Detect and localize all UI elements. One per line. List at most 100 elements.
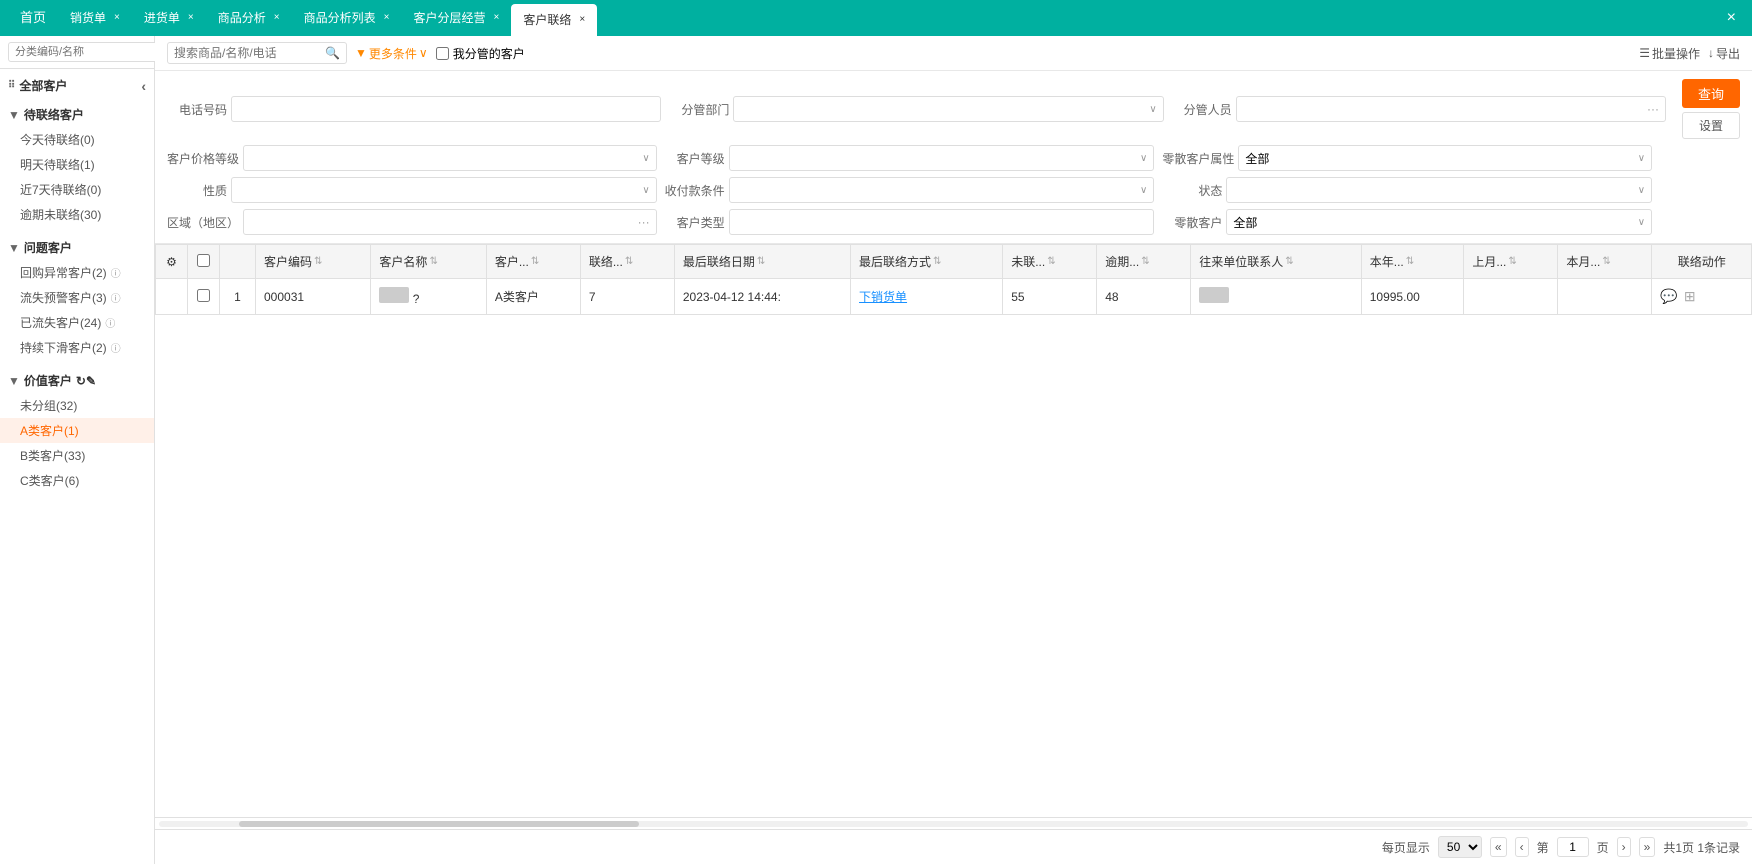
dept-select[interactable]: ∨ bbox=[733, 96, 1163, 122]
edit-icon[interactable]: ✎ bbox=[86, 374, 96, 388]
nav-sales-close[interactable]: × bbox=[114, 0, 120, 36]
sidebar-item-tomorrow-contact[interactable]: 明天待联络(1) bbox=[0, 152, 154, 177]
col-overdue[interactable]: 逾期... ⇅ bbox=[1097, 245, 1191, 279]
retail-attr-label: 零散客户属性 bbox=[1162, 150, 1234, 167]
next-page-button[interactable]: › bbox=[1617, 837, 1631, 857]
chat-action-icon[interactable]: 💬 bbox=[1660, 288, 1677, 305]
nav-sales[interactable]: 销货单 × bbox=[58, 0, 132, 36]
sidebar-item-type-a[interactable]: A类客户(1) bbox=[0, 418, 154, 443]
sort-icon[interactable]: ⇅ bbox=[757, 256, 765, 267]
sidebar-item-week-contact[interactable]: 近7天待联络(0) bbox=[0, 177, 154, 202]
sort-icon[interactable]: ⇅ bbox=[1285, 256, 1293, 267]
col-settings[interactable]: ⚙ bbox=[156, 245, 188, 279]
last-page-button[interactable]: » bbox=[1639, 837, 1656, 857]
nav-goods-analysis-list[interactable]: 商品分析列表 × bbox=[292, 0, 402, 36]
sidebar-item-churn-warning[interactable]: 流失预警客户(3) ⓘ bbox=[0, 285, 154, 310]
page-number-input[interactable] bbox=[1557, 837, 1589, 857]
more-filters-button[interactable]: ▼ 更多条件 ∨ bbox=[355, 45, 428, 62]
sort-icon[interactable]: ⇅ bbox=[1406, 256, 1414, 267]
col-name[interactable]: 客户名称 ⇅ bbox=[371, 245, 486, 279]
pending-contact-title[interactable]: ▼ 待联络客户 bbox=[0, 102, 154, 127]
filter-search-input[interactable] bbox=[174, 46, 325, 60]
export-button[interactable]: ↓ 导出 bbox=[1708, 45, 1740, 62]
row-last-method: 下销货单 bbox=[851, 279, 1003, 315]
status-select[interactable]: ∨ bbox=[1226, 177, 1652, 203]
sidebar-item-type-b[interactable]: B类客户(33) bbox=[0, 443, 154, 468]
page-size-select[interactable]: 50 bbox=[1438, 836, 1482, 858]
nav-customer-layer[interactable]: 客户分层经营 × bbox=[401, 0, 511, 36]
problem-customers-title[interactable]: ▼ 问题客户 bbox=[0, 235, 154, 260]
refresh-icon[interactable]: ↻ bbox=[76, 374, 86, 388]
nav-goods-analysis[interactable]: 商品分析 × bbox=[206, 0, 292, 36]
batch-operation-button[interactable]: ☰ 批量操作 bbox=[1639, 45, 1700, 62]
nav-customer-layer-close[interactable]: × bbox=[493, 0, 499, 36]
col-unit-contact[interactable]: 往来单位联系人 ⇅ bbox=[1191, 245, 1362, 279]
customer-grade-select[interactable]: ∨ bbox=[729, 145, 1155, 171]
price-grade-select[interactable]: ∨ bbox=[243, 145, 657, 171]
customer-type-text[interactable] bbox=[736, 215, 1148, 229]
sidebar-item-today-contact[interactable]: 今天待联络(0) bbox=[0, 127, 154, 152]
sort-icon[interactable]: ⇅ bbox=[1508, 256, 1516, 267]
prev-page-button[interactable]: ‹ bbox=[1515, 837, 1529, 857]
manager-select[interactable]: ··· bbox=[1236, 96, 1666, 122]
sidebar-item-type-c[interactable]: C类客户(6) bbox=[0, 468, 154, 493]
region-select[interactable]: ··· bbox=[243, 209, 657, 235]
nav-purchase-close[interactable]: × bbox=[188, 0, 194, 36]
sidebar-all-customers[interactable]: ⠿ 全部客户 ‹ bbox=[0, 69, 154, 98]
qr-action-icon[interactable]: ⊞ bbox=[1684, 288, 1696, 305]
filter-search-icon[interactable]: 🔍 bbox=[325, 46, 340, 60]
sort-icon[interactable]: ⇅ bbox=[933, 256, 941, 267]
nature-select[interactable]: ∨ bbox=[231, 177, 657, 203]
phone-input[interactable] bbox=[231, 96, 661, 122]
col-contact[interactable]: 联络... ⇅ bbox=[580, 245, 674, 279]
value-customers-title[interactable]: ▼ 价值客户 ↻ ✎ bbox=[0, 368, 154, 393]
retail-attr-select[interactable]: 全部 ∨ bbox=[1238, 145, 1652, 171]
sidebar-item-declining[interactable]: 持续下滑客户(2) ⓘ bbox=[0, 335, 154, 360]
col-last-method[interactable]: 最后联络方式 ⇅ bbox=[851, 245, 1003, 279]
row-checkbox[interactable] bbox=[197, 289, 210, 302]
nav-home[interactable]: 首页 bbox=[8, 0, 58, 36]
sidebar-collapse-icon[interactable]: ‹ bbox=[141, 78, 146, 94]
payment-select[interactable]: ∨ bbox=[729, 177, 1155, 203]
nav-customer-contact[interactable]: 客户联络 × bbox=[511, 4, 597, 36]
my-customers-check[interactable] bbox=[436, 47, 449, 60]
select-all-checkbox[interactable] bbox=[197, 254, 210, 267]
sort-icon[interactable]: ⇅ bbox=[1141, 256, 1149, 267]
arrow-icon: ▼ bbox=[8, 241, 20, 255]
sort-icon[interactable]: ⇅ bbox=[429, 256, 437, 267]
col-this-month[interactable]: 本月... ⇅ bbox=[1558, 245, 1652, 279]
nav-customer-contact-close[interactable]: × bbox=[579, 4, 585, 36]
sort-icon[interactable]: ⇅ bbox=[531, 256, 539, 267]
first-page-button[interactable]: « bbox=[1490, 837, 1507, 857]
row-no-contact: 55 bbox=[1003, 279, 1097, 315]
top-navigation: 首页 销货单 × 进货单 × 商品分析 × 商品分析列表 × 客户分层经营 × … bbox=[0, 0, 1752, 36]
nav-purchase[interactable]: 进货单 × bbox=[132, 0, 206, 36]
sidebar-search-input[interactable] bbox=[8, 42, 164, 62]
col-last-month[interactable]: 上月... ⇅ bbox=[1464, 245, 1558, 279]
sort-icon[interactable]: ⇅ bbox=[1047, 256, 1055, 267]
customer-type-input[interactable] bbox=[729, 209, 1155, 235]
col-last-date[interactable]: 最后联络日期 ⇅ bbox=[674, 245, 850, 279]
sidebar-item-overdue-contact[interactable]: 逾期未联络(30) bbox=[0, 202, 154, 227]
sort-icon[interactable]: ⇅ bbox=[1602, 256, 1610, 267]
phone-text-input[interactable] bbox=[238, 102, 654, 116]
app-close-button[interactable]: × bbox=[1719, 9, 1744, 26]
sidebar-item-churned[interactable]: 已流失客户(24) ⓘ bbox=[0, 310, 154, 335]
sort-icon[interactable]: ⇅ bbox=[625, 256, 633, 267]
retail-customer-select[interactable]: 全部 ∨ bbox=[1226, 209, 1652, 235]
col-this-year[interactable]: 本年... ⇅ bbox=[1361, 245, 1464, 279]
value-customers-section: ▼ 价值客户 ↻ ✎ 未分组(32) A类客户(1) B类客户(33) C类客户… bbox=[0, 364, 154, 497]
settings-button[interactable]: 设置 bbox=[1682, 112, 1740, 139]
col-code[interactable]: 客户编码 ⇅ bbox=[256, 245, 371, 279]
sidebar-item-repurchase-abnormal[interactable]: 回购异常客户(2) ⓘ bbox=[0, 260, 154, 285]
my-customers-checkbox[interactable]: 我分管的客户 bbox=[436, 45, 525, 62]
col-type[interactable]: 客户... ⇅ bbox=[486, 245, 580, 279]
sort-icon[interactable]: ⇅ bbox=[314, 256, 322, 267]
nav-goods-analysis-list-close[interactable]: × bbox=[384, 0, 390, 36]
sidebar-item-ungroup[interactable]: 未分组(32) bbox=[0, 393, 154, 418]
query-button[interactable]: 查询 bbox=[1682, 79, 1740, 108]
nav-goods-analysis-close[interactable]: × bbox=[274, 0, 280, 36]
last-method-link[interactable]: 下销货单 bbox=[859, 290, 907, 304]
scrollbar-thumb[interactable] bbox=[239, 821, 639, 827]
col-no-contact[interactable]: 未联... ⇅ bbox=[1003, 245, 1097, 279]
